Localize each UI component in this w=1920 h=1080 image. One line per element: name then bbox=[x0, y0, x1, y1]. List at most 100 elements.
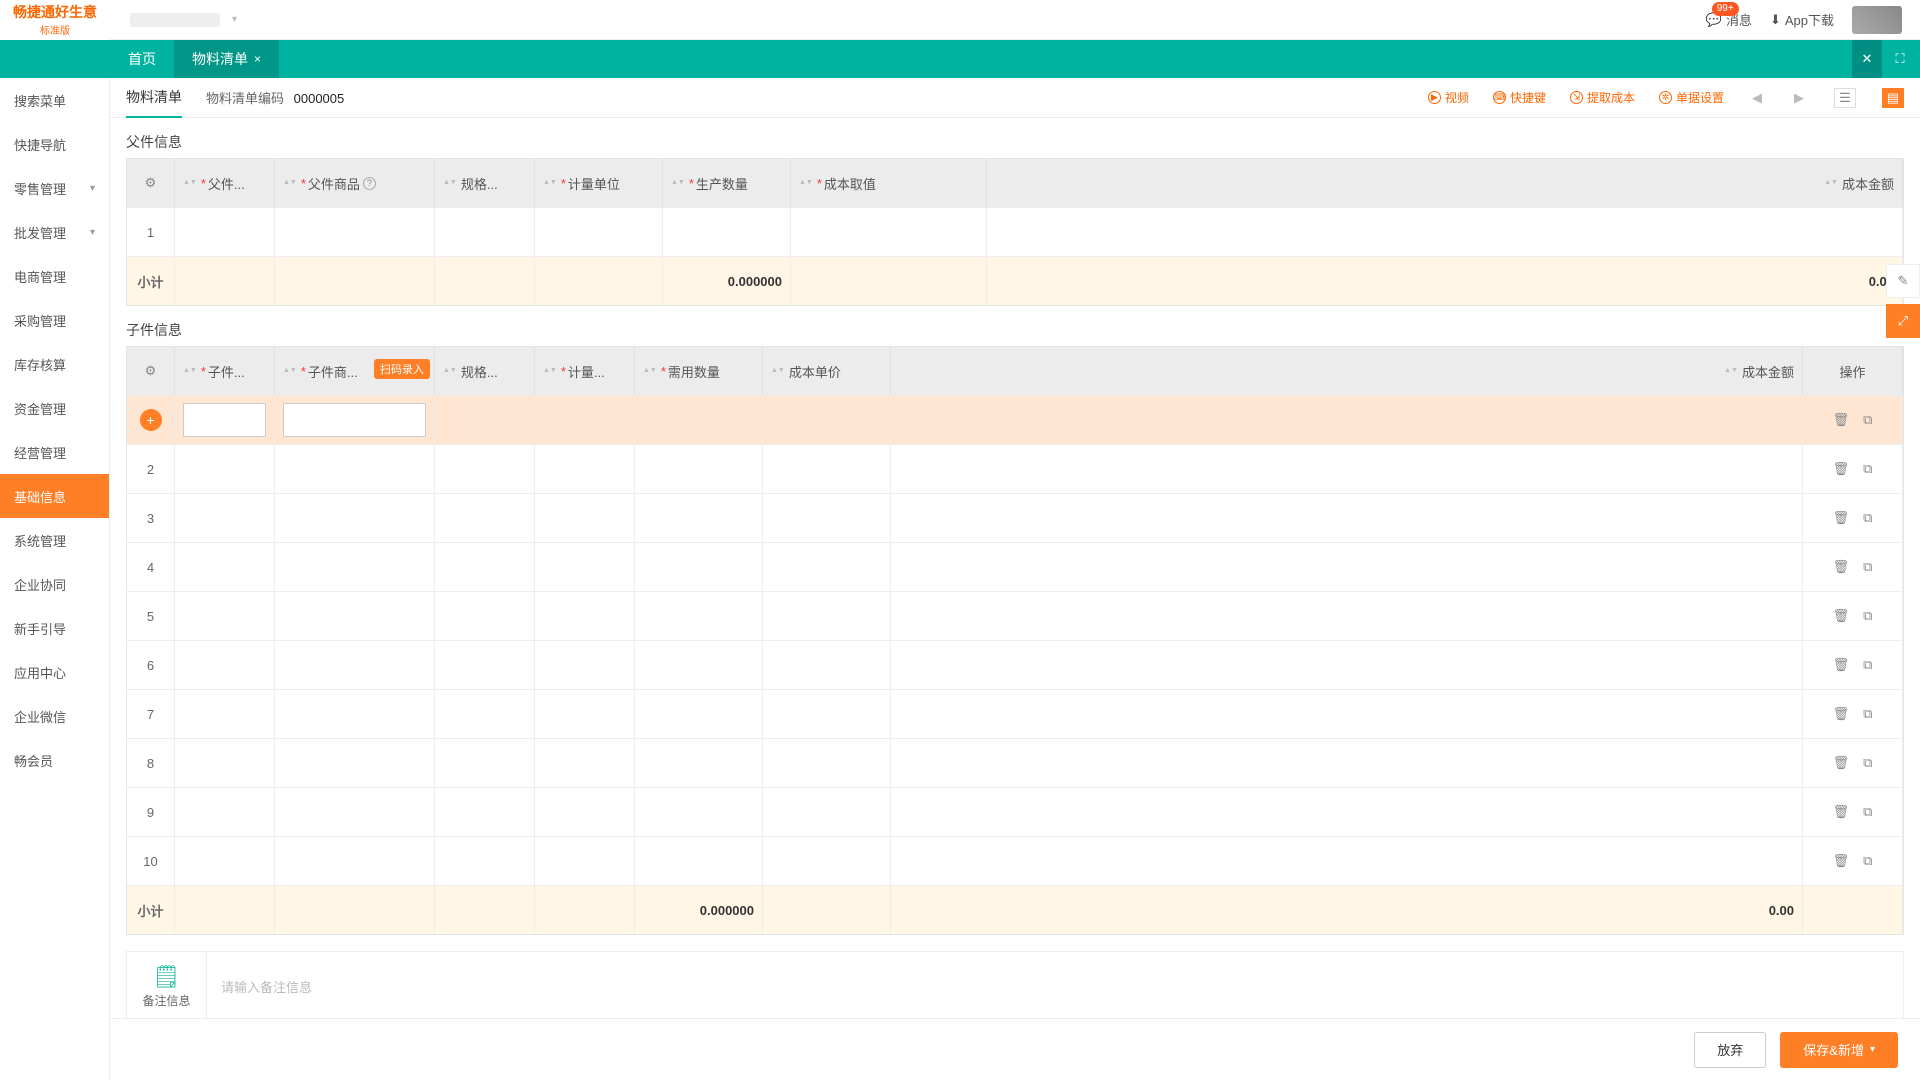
sidebar-item-9[interactable]: 基础信息 bbox=[0, 474, 109, 518]
child-code-input[interactable] bbox=[183, 403, 266, 437]
copy-row-icon[interactable]: ⧉ bbox=[1863, 804, 1872, 820]
child-row[interactable]: 3🗑⧉ bbox=[127, 493, 1903, 542]
sidebar-item-7[interactable]: 资金管理 bbox=[0, 386, 109, 430]
delete-row-icon[interactable]: 🗑 bbox=[1833, 461, 1850, 477]
copy-row-icon[interactable]: ⧉ bbox=[1863, 755, 1872, 771]
delete-row-icon[interactable]: 🗑 bbox=[1833, 755, 1850, 771]
child-amt-subtotal: 0.00 bbox=[891, 886, 1803, 934]
child-row[interactable]: 8🗑⧉ bbox=[127, 738, 1903, 787]
child-table: ⚙ ▲▼*子件... ▲▼*子件商...扫码录入 ▲▼规格... ▲▼*计量..… bbox=[126, 346, 1904, 935]
next-doc-button[interactable]: ▶ bbox=[1790, 90, 1808, 106]
tab-bom[interactable]: 物料清单 × bbox=[174, 40, 279, 78]
extract-cost-link[interactable]: ⇲提取成本 bbox=[1570, 89, 1635, 106]
sidebar-item-12[interactable]: 新手引导 bbox=[0, 606, 109, 650]
copy-row-icon[interactable]: ⧉ bbox=[1863, 412, 1872, 428]
delete-row-icon[interactable]: 🗑 bbox=[1833, 804, 1850, 820]
parent-table: ⚙ ▲▼*父件... ▲▼*父件商品? ▲▼规格... ▲▼*计量单位 ▲▼*生… bbox=[126, 158, 1904, 306]
child-qty-subtotal: 0.000000 bbox=[635, 886, 763, 934]
child-row[interactable]: 10🗑⧉ bbox=[127, 836, 1903, 885]
copy-row-icon[interactable]: ⧉ bbox=[1863, 657, 1872, 673]
sidebar-item-14[interactable]: 企业微信 bbox=[0, 694, 109, 738]
add-row-button[interactable]: + bbox=[140, 409, 162, 431]
fullscreen-icon[interactable]: ⛶ bbox=[1886, 40, 1914, 78]
delete-row-icon[interactable]: 🗑 bbox=[1833, 853, 1850, 869]
parent-subtotal-row: 小计 0.000000 0.00 bbox=[127, 256, 1903, 305]
discard-button[interactable]: 放弃 bbox=[1694, 1032, 1766, 1068]
sidebar-item-1[interactable]: 快捷导航 bbox=[0, 122, 109, 166]
edit-rail-button[interactable]: ✎ bbox=[1886, 264, 1920, 298]
child-row[interactable]: 7🗑⧉ bbox=[127, 689, 1903, 738]
messages-button[interactable]: 💬 消息 99+ bbox=[1706, 10, 1752, 29]
page-title: 物料清单 bbox=[126, 78, 182, 118]
delete-row-icon[interactable]: 🗑 bbox=[1833, 608, 1850, 624]
video-link[interactable]: ▶视频 bbox=[1428, 89, 1469, 106]
keyboard-icon: ⌨ bbox=[1493, 91, 1506, 104]
chevron-down-icon: ▾ bbox=[1870, 1044, 1875, 1055]
chevron-down-icon: ▾ bbox=[90, 183, 95, 194]
sidebar-item-13[interactable]: 应用中心 bbox=[0, 650, 109, 694]
sidebar-item-2[interactable]: 零售管理▾ bbox=[0, 166, 109, 210]
remark-input[interactable]: 请输入备注信息 bbox=[207, 977, 1903, 996]
child-row[interactable]: + 🗑 ⧉ bbox=[127, 395, 1903, 444]
play-icon: ▶ bbox=[1428, 91, 1441, 104]
copy-row-icon[interactable]: ⧉ bbox=[1863, 559, 1872, 575]
tabstrip-close-button[interactable]: ✕ bbox=[1852, 40, 1882, 78]
parent-section-title: 父件信息 bbox=[126, 132, 1904, 152]
copy-row-icon[interactable]: ⧉ bbox=[1863, 706, 1872, 722]
sidebar-item-15[interactable]: 畅会员 bbox=[0, 738, 109, 782]
sidebar-item-0[interactable]: 搜索菜单 bbox=[0, 78, 109, 122]
chevron-down-icon: ▾ bbox=[232, 14, 237, 25]
parent-row[interactable]: 1 bbox=[127, 207, 1903, 256]
child-row[interactable]: 5🗑⧉ bbox=[127, 591, 1903, 640]
hotkey-link[interactable]: ⌨快捷键 bbox=[1493, 89, 1546, 106]
sidebar-item-5[interactable]: 采购管理 bbox=[0, 298, 109, 342]
gear-icon: ✲ bbox=[1659, 91, 1672, 104]
sidebar-item-10[interactable]: 系统管理 bbox=[0, 518, 109, 562]
delete-row-icon[interactable]: 🗑 bbox=[1833, 559, 1850, 575]
note-icon: 🗒 bbox=[153, 964, 181, 990]
view-list-button[interactable]: ☰ bbox=[1834, 88, 1856, 108]
brand-name: 畅捷通好生意 bbox=[13, 2, 97, 22]
sidebar-item-4[interactable]: 电商管理 bbox=[0, 254, 109, 298]
gear-icon[interactable]: ⚙ bbox=[127, 347, 175, 395]
child-subtotal-row: 小计 0.000000 0.00 bbox=[127, 885, 1903, 934]
gear-icon[interactable]: ⚙ bbox=[127, 159, 175, 207]
download-icon: ⬇ bbox=[1770, 12, 1781, 28]
sidebar-item-3[interactable]: 批发管理▾ bbox=[0, 210, 109, 254]
delete-row-icon[interactable]: 🗑 bbox=[1833, 657, 1850, 673]
sidebar-item-6[interactable]: 库存核算 bbox=[0, 342, 109, 386]
brand-logo: 畅捷通好生意 标准版 bbox=[0, 0, 110, 40]
child-row[interactable]: 2🗑⧉ bbox=[127, 444, 1903, 493]
sidebar-item-8[interactable]: 经营管理 bbox=[0, 430, 109, 474]
copy-row-icon[interactable]: ⧉ bbox=[1863, 608, 1872, 624]
child-row[interactable]: 9🗑⧉ bbox=[127, 787, 1903, 836]
child-product-input[interactable] bbox=[283, 403, 426, 437]
child-row[interactable]: 6🗑⧉ bbox=[127, 640, 1903, 689]
parent-amt-subtotal: 0.00 bbox=[987, 257, 1903, 305]
doc-setting-link[interactable]: ✲单据设置 bbox=[1659, 89, 1724, 106]
delete-row-icon[interactable]: 🗑 bbox=[1833, 706, 1850, 722]
sidebar-item-11[interactable]: 企业协同 bbox=[0, 562, 109, 606]
delete-row-icon[interactable]: 🗑 bbox=[1833, 510, 1850, 526]
child-row[interactable]: 4🗑⧉ bbox=[127, 542, 1903, 591]
doc-code: 0000005 bbox=[294, 91, 345, 106]
brand-edition: 标准版 bbox=[40, 22, 70, 37]
view-form-button[interactable]: ▤ bbox=[1882, 88, 1904, 108]
remark-panel: 🗒 备注信息 请输入备注信息 bbox=[126, 951, 1904, 1021]
expand-rail-button[interactable]: ⤢ bbox=[1886, 304, 1920, 338]
tenant-dropdown[interactable]: ▾ bbox=[130, 13, 237, 27]
delete-row-icon[interactable]: 🗑 bbox=[1833, 412, 1850, 428]
prev-doc-button[interactable]: ◀ bbox=[1748, 90, 1766, 106]
app-download-button[interactable]: ⬇ App下载 bbox=[1770, 10, 1834, 29]
copy-row-icon[interactable]: ⧉ bbox=[1863, 461, 1872, 477]
copy-row-icon[interactable]: ⧉ bbox=[1863, 510, 1872, 526]
badge-count: 99+ bbox=[1712, 2, 1739, 16]
copy-row-icon[interactable]: ⧉ bbox=[1863, 853, 1872, 869]
close-icon[interactable]: × bbox=[254, 52, 261, 66]
extract-icon: ⇲ bbox=[1570, 91, 1583, 104]
avatar[interactable] bbox=[1852, 6, 1902, 34]
save-and-new-button[interactable]: 保存&新增▾ bbox=[1780, 1032, 1898, 1068]
help-icon[interactable]: ? bbox=[363, 177, 376, 190]
tab-home[interactable]: 首页 bbox=[110, 40, 174, 78]
scan-entry-button[interactable]: 扫码录入 bbox=[374, 359, 430, 379]
